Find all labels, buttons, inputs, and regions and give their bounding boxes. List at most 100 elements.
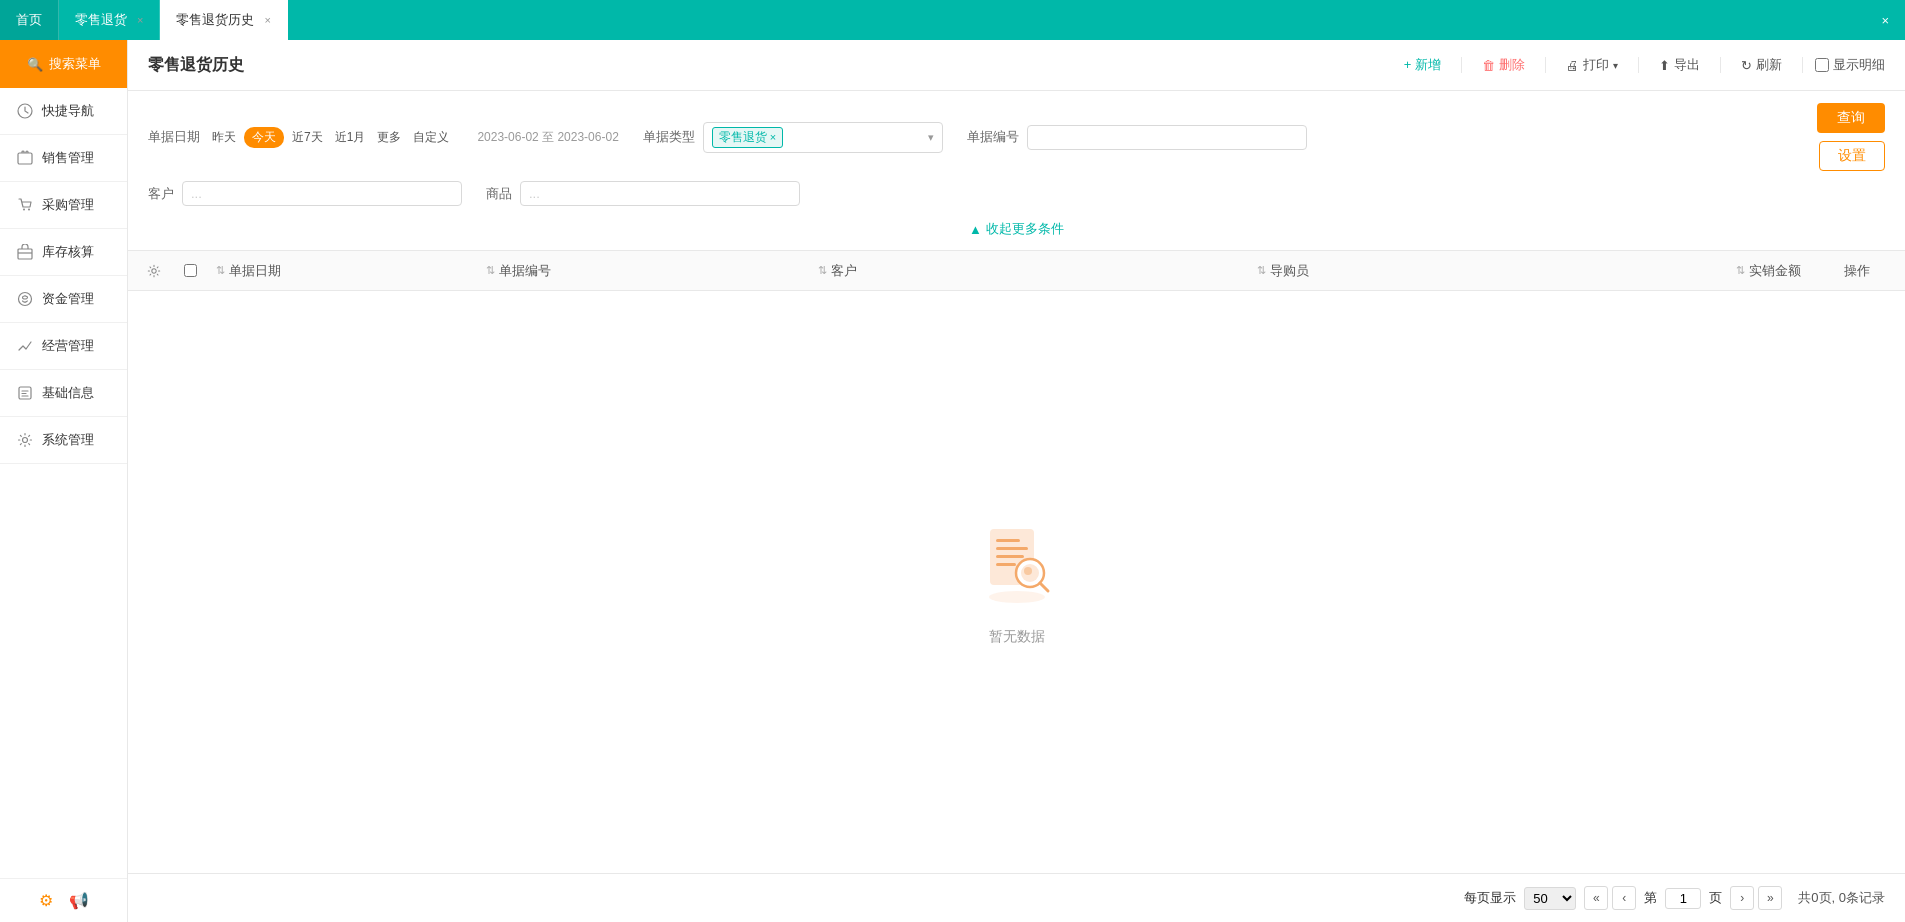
query-button[interactable]: 查询 xyxy=(1817,103,1885,133)
collapse-button[interactable]: ▲ 收起更多条件 xyxy=(969,220,1064,238)
add-button[interactable]: + 新增 xyxy=(1396,52,1449,78)
show-detail-checkbox-label[interactable]: 显示明细 xyxy=(1815,56,1885,74)
export-button[interactable]: ⬆ 导出 xyxy=(1651,52,1708,78)
page-header: 零售退货历史 + 新增 🗑 删除 🖨 打印 ▾ ⬆ 导出 xyxy=(128,40,1905,91)
search-icon: 🔍 xyxy=(27,57,43,72)
page-last-btn[interactable]: » xyxy=(1758,886,1782,910)
filter-row-1: 单据日期 昨天 今天 近7天 近1月 更多 自定义 2023-06-02 至 2… xyxy=(148,103,1885,171)
tab-home[interactable]: 首页 xyxy=(0,0,59,40)
sidebar-item-operations[interactable]: 经营管理 xyxy=(0,323,127,370)
date-today[interactable]: 今天 xyxy=(244,127,284,148)
sidebar-item-quick-nav[interactable]: 快捷导航 xyxy=(0,88,127,135)
sidebar: 🔍 搜索菜单 快捷导航 销售管理 采购管理 库存核算 xyxy=(0,40,128,922)
th-customer-sort-icon[interactable]: ⇅ xyxy=(818,264,827,277)
table-container: ⇅ 单据日期 ⇅ 单据编号 ⇅ 客户 ⇅ 导购员 ⇅ 实销金额 xyxy=(128,251,1905,873)
svg-rect-11 xyxy=(996,539,1020,542)
collapse-icon: ▲ xyxy=(969,222,982,237)
th-guide-label: 导购员 xyxy=(1270,262,1309,280)
tab-retail-return[interactable]: 零售退货 × xyxy=(59,0,160,40)
refresh-icon: ↻ xyxy=(1741,58,1752,73)
sidebar-search[interactable]: 🔍 搜索菜单 xyxy=(0,40,127,88)
th-num-label: 单据编号 xyxy=(499,262,551,280)
page-prev-btn[interactable]: ‹ xyxy=(1612,886,1636,910)
filter-right-buttons: 查询 设置 xyxy=(1817,103,1885,171)
th-amount-label: 实销金额 xyxy=(1749,262,1801,280)
collapse-label: 收起更多条件 xyxy=(986,220,1064,238)
sidebar-item-basic-info[interactable]: 基础信息 xyxy=(0,370,127,417)
th-action-label: 操作 xyxy=(1844,262,1870,280)
divider4 xyxy=(1720,57,1721,73)
per-page-select[interactable]: 50 10 20 100 xyxy=(1524,887,1576,910)
th-checkbox[interactable] xyxy=(172,264,208,277)
voucher-type-filter: 单据类型 零售退货 × ▾ xyxy=(643,122,943,153)
top-bar: 首页 零售退货 × 零售退货历史 × × xyxy=(0,0,1905,40)
th-amount: ⇅ 实销金额 xyxy=(1582,262,1817,280)
page-next-btn[interactable]: › xyxy=(1730,886,1754,910)
tab-retail-return-close[interactable]: × xyxy=(137,14,143,26)
voucher-num-filter: 单据编号 xyxy=(967,125,1307,150)
date-7days[interactable]: 近7天 xyxy=(288,127,327,148)
table-header: ⇅ 单据日期 ⇅ 单据编号 ⇅ 客户 ⇅ 导购员 ⇅ 实销金额 xyxy=(128,251,1905,291)
sidebar-item-purchase-mgmt[interactable]: 采购管理 xyxy=(0,182,127,229)
customer-filter: 客户 ... xyxy=(148,181,462,206)
filter-row-2: 客户 ... 商品 ... xyxy=(148,181,1885,206)
page-first-btn[interactable]: « xyxy=(1584,886,1608,910)
th-date-sort-icon[interactable]: ⇅ xyxy=(216,264,225,277)
set-button[interactable]: 设置 xyxy=(1819,141,1885,171)
goods-select[interactable]: ... xyxy=(520,181,800,206)
customer-select[interactable]: ... xyxy=(182,181,462,206)
select-all-checkbox[interactable] xyxy=(184,264,197,277)
main-layout: 🔍 搜索菜单 快捷导航 销售管理 采购管理 库存核算 xyxy=(0,40,1905,922)
empty-icon xyxy=(972,519,1062,612)
export-label: 导出 xyxy=(1674,56,1700,74)
sidebar-item-system-mgmt[interactable]: 系统管理 xyxy=(0,417,127,464)
th-amount-sort-icon[interactable]: ⇅ xyxy=(1736,264,1745,277)
print-button[interactable]: 🖨 打印 ▾ xyxy=(1558,52,1626,78)
voucher-type-tag-remove[interactable]: × xyxy=(770,131,776,143)
tab-retail-return-history-close[interactable]: × xyxy=(264,14,270,26)
date-yesterday[interactable]: 昨天 xyxy=(208,127,240,148)
svg-line-17 xyxy=(1040,583,1048,591)
date-1month[interactable]: 近1月 xyxy=(331,127,370,148)
refresh-label: 刷新 xyxy=(1756,56,1782,74)
voucher-num-input[interactable] xyxy=(1027,125,1307,150)
topbar-close[interactable]: × xyxy=(1881,13,1905,28)
tab-home-label: 首页 xyxy=(16,11,42,29)
settings-icon[interactable]: ⚙ xyxy=(39,891,53,910)
delete-icon: 🗑 xyxy=(1482,58,1495,73)
collapse-row: ▲ 收起更多条件 xyxy=(148,216,1885,238)
sidebar-item-sales-mgmt[interactable]: 销售管理 xyxy=(0,135,127,182)
page-label: 第 xyxy=(1644,889,1657,907)
th-gear[interactable] xyxy=(136,264,172,278)
sidebar-item-sales-mgmt-label: 销售管理 xyxy=(42,149,94,167)
tab-retail-return-history[interactable]: 零售退货历史 × xyxy=(160,0,287,40)
page-num-input[interactable] xyxy=(1665,888,1701,909)
page-title: 零售退货历史 xyxy=(148,55,244,76)
svg-rect-12 xyxy=(996,547,1028,550)
voucher-type-tag: 零售退货 × xyxy=(712,127,783,148)
voucher-type-select[interactable]: 零售退货 × ▾ xyxy=(703,122,943,153)
sidebar-item-finance[interactable]: 资金管理 xyxy=(0,276,127,323)
th-customer-label: 客户 xyxy=(831,262,857,280)
th-guide-sort-icon[interactable]: ⇅ xyxy=(1257,264,1266,277)
svg-rect-13 xyxy=(996,555,1024,558)
empty-state: 暂无数据 xyxy=(128,291,1905,873)
show-detail-checkbox[interactable] xyxy=(1815,58,1829,72)
th-num-sort-icon[interactable]: ⇅ xyxy=(486,264,495,277)
svg-rect-4 xyxy=(18,249,32,259)
print-icon: 🖨 xyxy=(1566,58,1579,73)
voucher-type-tag-text: 零售退货 xyxy=(719,129,767,146)
sidebar-item-inventory[interactable]: 库存核算 xyxy=(0,229,127,276)
date-range-text: 2023-06-02 至 2023-06-02 xyxy=(477,129,618,146)
date-custom[interactable]: 自定义 xyxy=(409,127,453,148)
delete-button[interactable]: 🗑 删除 xyxy=(1474,52,1533,78)
export-icon: ⬆ xyxy=(1659,58,1670,73)
refresh-button[interactable]: ↻ 刷新 xyxy=(1733,52,1790,78)
date-more[interactable]: 更多 xyxy=(373,127,405,148)
tab-retail-return-label: 零售退货 xyxy=(75,11,127,29)
svg-point-9 xyxy=(989,591,1045,603)
svg-point-8 xyxy=(152,268,156,272)
sidebar-item-basic-info-label: 基础信息 xyxy=(42,384,94,402)
goods-filter: 商品 ... xyxy=(486,181,800,206)
speaker-icon[interactable]: 📢 xyxy=(69,891,89,910)
